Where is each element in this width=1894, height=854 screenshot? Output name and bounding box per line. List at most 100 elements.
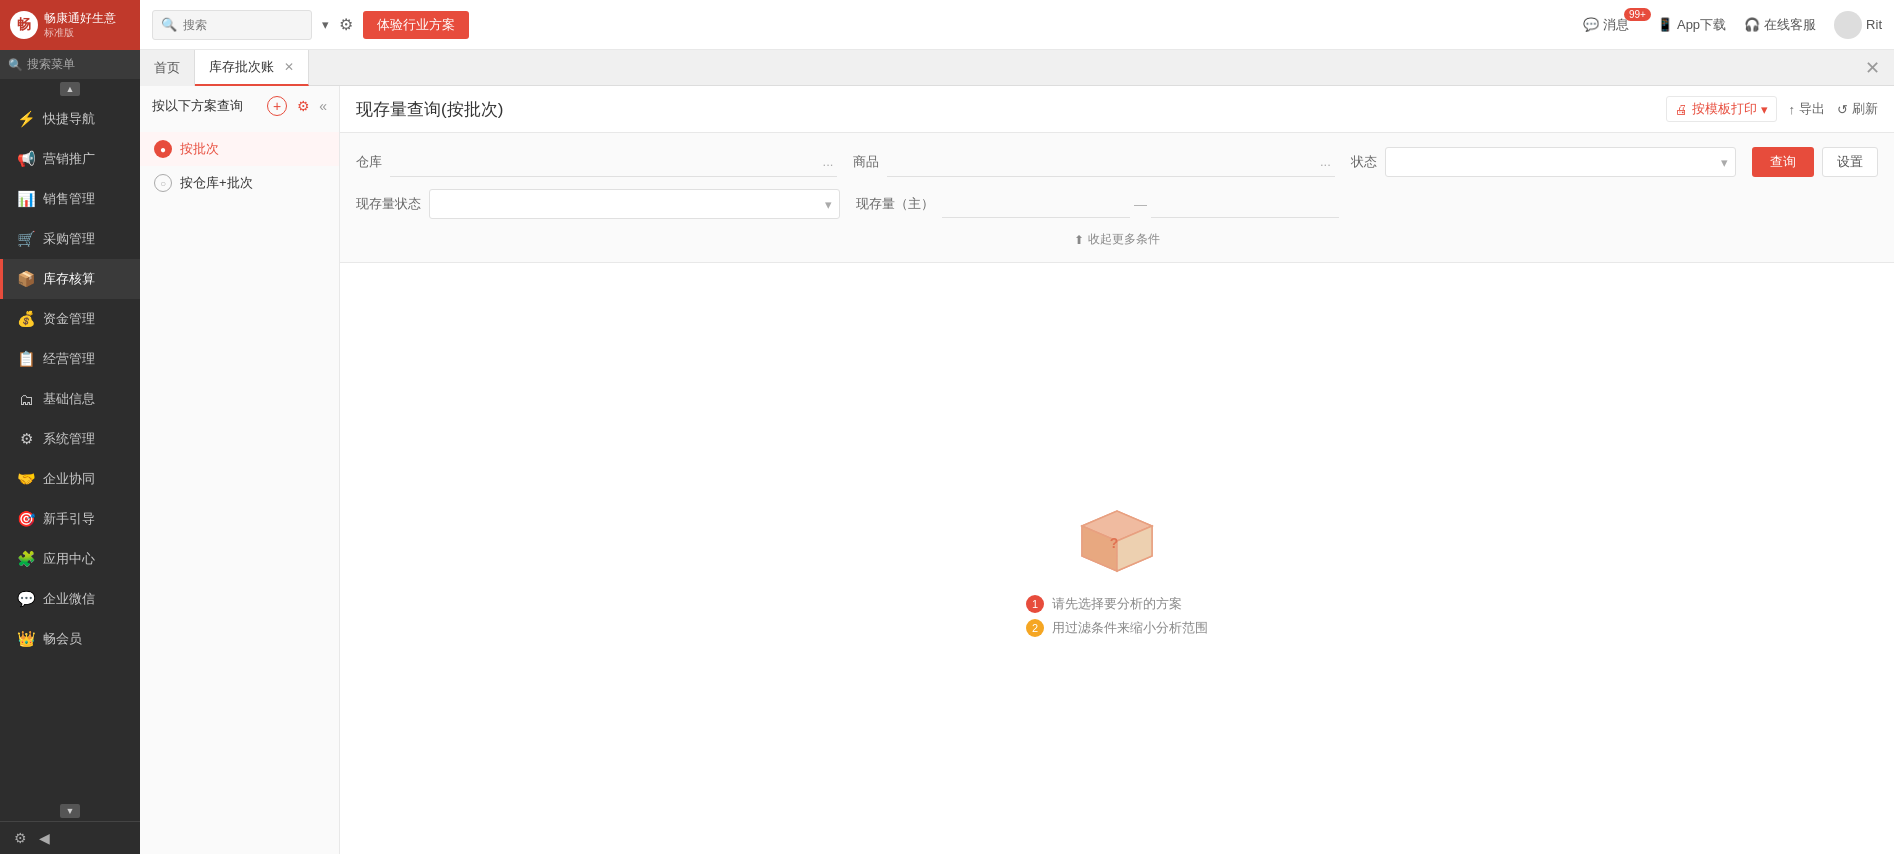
scheme-list: ● 按批次 ○ 按仓库+批次 (140, 126, 339, 206)
purchase-icon: 🛒 (17, 230, 35, 248)
close-all-tabs-btn[interactable]: ✕ (1851, 57, 1894, 79)
right-panel: 现存量查询(按批次) 🖨 按模板打印 ▾ ↑ 导出 ↺ 刷新 (340, 86, 1894, 854)
scroll-down-arrow[interactable]: ▼ (60, 804, 80, 818)
app-center-icon: 🧩 (17, 550, 35, 568)
scheme-item-batch[interactable]: ● 按批次 (140, 132, 339, 166)
warehouse-filter: 仓库 ... (356, 147, 837, 177)
sidebar-item-enterprise-wechat[interactable]: 💬 企业微信 (0, 579, 140, 619)
product-dots[interactable]: ... (1320, 154, 1335, 169)
headset-icon: 🎧 (1744, 17, 1760, 32)
collapse-up-icon: ⬆ (1074, 233, 1084, 247)
tip-item-1: 1 请先选择要分析的方案 (1026, 595, 1208, 613)
operations-icon: 📋 (17, 350, 35, 368)
product-label: 商品 (853, 153, 879, 171)
sidebar-item-operations[interactable]: 📋 经营管理 (0, 339, 140, 379)
warehouse-label: 仓库 (356, 153, 382, 171)
content-area: 按以下方案查询 + ⚙ « ● 按批次 (140, 86, 1894, 854)
system-icon: ⚙ (17, 430, 35, 448)
guide-icon: 🎯 (17, 510, 35, 528)
app-version: 标准版 (44, 26, 116, 39)
tip-num-2: 2 (1026, 619, 1044, 637)
app-download-btn[interactable]: 📱 App下载 (1657, 16, 1726, 34)
sidebar-item-label: 快捷导航 (43, 110, 95, 128)
print-dropdown-icon[interactable]: ▾ (1761, 102, 1768, 117)
tab-batch-account-label: 库存批次账 (209, 58, 274, 76)
trial-button[interactable]: 体验行业方案 (363, 11, 469, 39)
scheme-dot-outline: ○ (154, 174, 172, 192)
scheme-batch-label: 按批次 (180, 140, 219, 158)
sidebar-item-quick-nav[interactable]: ⚡ 快捷导航 (0, 99, 140, 139)
scheme-gear-btn[interactable]: ⚙ (293, 96, 313, 116)
sidebar-item-label: 企业协同 (43, 470, 95, 488)
sidebar-item-label: 销售管理 (43, 190, 95, 208)
sidebar-item-marketing[interactable]: 📢 营销推广 (0, 139, 140, 179)
print-btn[interactable]: 🖨 按模板打印 ▾ (1666, 96, 1777, 122)
sidebar-item-vip[interactable]: 👑 畅会员 (0, 619, 140, 659)
topbar-dropdown[interactable]: ▾ (322, 17, 329, 32)
quantity-min-input[interactable] (942, 190, 1130, 218)
collapse-more-btn[interactable]: ⬆ 收起更多条件 (356, 231, 1878, 248)
tab-close-icon[interactable]: ✕ (284, 60, 294, 74)
warehouse-input-block[interactable]: ... (390, 147, 837, 177)
sidebar-item-new-guide[interactable]: 🎯 新手引导 (0, 499, 140, 539)
sales-icon: 📊 (17, 190, 35, 208)
query-button[interactable]: 查询 (1752, 147, 1814, 177)
sidebar-item-inventory[interactable]: 📦 库存核算 (0, 259, 140, 299)
sidebar-item-basic[interactable]: 🗂 基础信息 (0, 379, 140, 419)
sidebar-item-label: 企业微信 (43, 590, 95, 608)
sidebar-item-enterprise-collab[interactable]: 🤝 企业协同 (0, 459, 140, 499)
export-btn[interactable]: ↑ 导出 (1789, 100, 1826, 118)
tab-batch-account[interactable]: 库存批次账 ✕ (195, 50, 309, 86)
quantity-main-label: 现存量（主） (856, 195, 934, 213)
export-label: 导出 (1799, 100, 1825, 118)
sidebar-nav: ⚡ 快捷导航 📢 营销推广 📊 销售管理 🛒 采购管理 📦 库存核算 💰 资金管… (0, 99, 140, 801)
collapse-left-panel-btn[interactable]: « (319, 98, 327, 114)
topbar-gear-icon[interactable]: ⚙ (339, 15, 353, 34)
quantity-max-input[interactable] (1151, 190, 1339, 218)
sidebar-item-label: 新手引导 (43, 510, 95, 528)
status-filter: 状态 (1351, 147, 1736, 177)
sidebar-item-label: 应用中心 (43, 550, 95, 568)
scheme-dot-active: ● (154, 140, 172, 158)
topbar: 🔍 ▾ ⚙ 体验行业方案 💬 消息 99+ 📱 App下载 🎧 在线客服 (140, 0, 1894, 50)
empty-state-image: ? (1057, 481, 1177, 581)
sidebar-item-app-center[interactable]: 🧩 应用中心 (0, 539, 140, 579)
topbar-search-box[interactable]: 🔍 (152, 10, 312, 40)
search-icon: 🔍 (8, 58, 23, 72)
sidebar-search[interactable]: 🔍 搜索菜单 (0, 50, 140, 79)
app-name-block: 畅康通好生意 标准版 (44, 11, 116, 40)
warehouse-dots[interactable]: ... (823, 154, 838, 169)
export-icon: ↑ (1789, 102, 1796, 117)
topbar-search-input[interactable] (183, 18, 303, 32)
footer-settings-icon[interactable]: ⚙ (14, 830, 27, 846)
user-menu[interactable]: Rit (1834, 11, 1882, 39)
marketing-icon: 📢 (17, 150, 35, 168)
footer-toggle-icon[interactable]: ◀ (39, 830, 50, 846)
filter-row-2: 现存量状态 现存量（主） — (356, 189, 1878, 219)
topbar-right: 💬 消息 99+ 📱 App下载 🎧 在线客服 Rit (1583, 11, 1882, 39)
inventory-status-select[interactable] (429, 189, 840, 219)
status-select[interactable] (1385, 147, 1736, 177)
refresh-btn[interactable]: ↺ 刷新 (1837, 100, 1878, 118)
scroll-up-arrow[interactable]: ▲ (60, 82, 80, 96)
sidebar-item-sales[interactable]: 📊 销售管理 (0, 179, 140, 219)
inventory-status-select-wrap (429, 189, 840, 219)
notifications-btn[interactable]: 💬 消息 99+ (1583, 16, 1639, 34)
add-scheme-btn[interactable]: + (267, 96, 287, 116)
sidebar-scroll-bottom: ▼ (0, 801, 140, 821)
quantity-main-filter: 现存量（主） — (856, 190, 1340, 218)
tip-num-1: 1 (1026, 595, 1044, 613)
tab-home-label: 首页 (154, 59, 180, 77)
left-panel-title: 按以下方案查询 (152, 97, 243, 115)
settings-button[interactable]: 设置 (1822, 147, 1878, 177)
sidebar-item-label: 采购管理 (43, 230, 95, 248)
sidebar-item-finance[interactable]: 💰 资金管理 (0, 299, 140, 339)
online-service-btn[interactable]: 🎧 在线客服 (1744, 16, 1816, 34)
sidebar-item-purchase[interactable]: 🛒 采购管理 (0, 219, 140, 259)
tab-home[interactable]: 首页 (140, 50, 195, 86)
scheme-item-warehouse-batch[interactable]: ○ 按仓库+批次 (140, 166, 339, 200)
product-input-block[interactable]: ... (887, 147, 1334, 177)
sidebar-item-system[interactable]: ⚙ 系统管理 (0, 419, 140, 459)
filter-row-actions: 查询 设置 (1752, 147, 1878, 177)
product-filter: 商品 ... (853, 147, 1334, 177)
